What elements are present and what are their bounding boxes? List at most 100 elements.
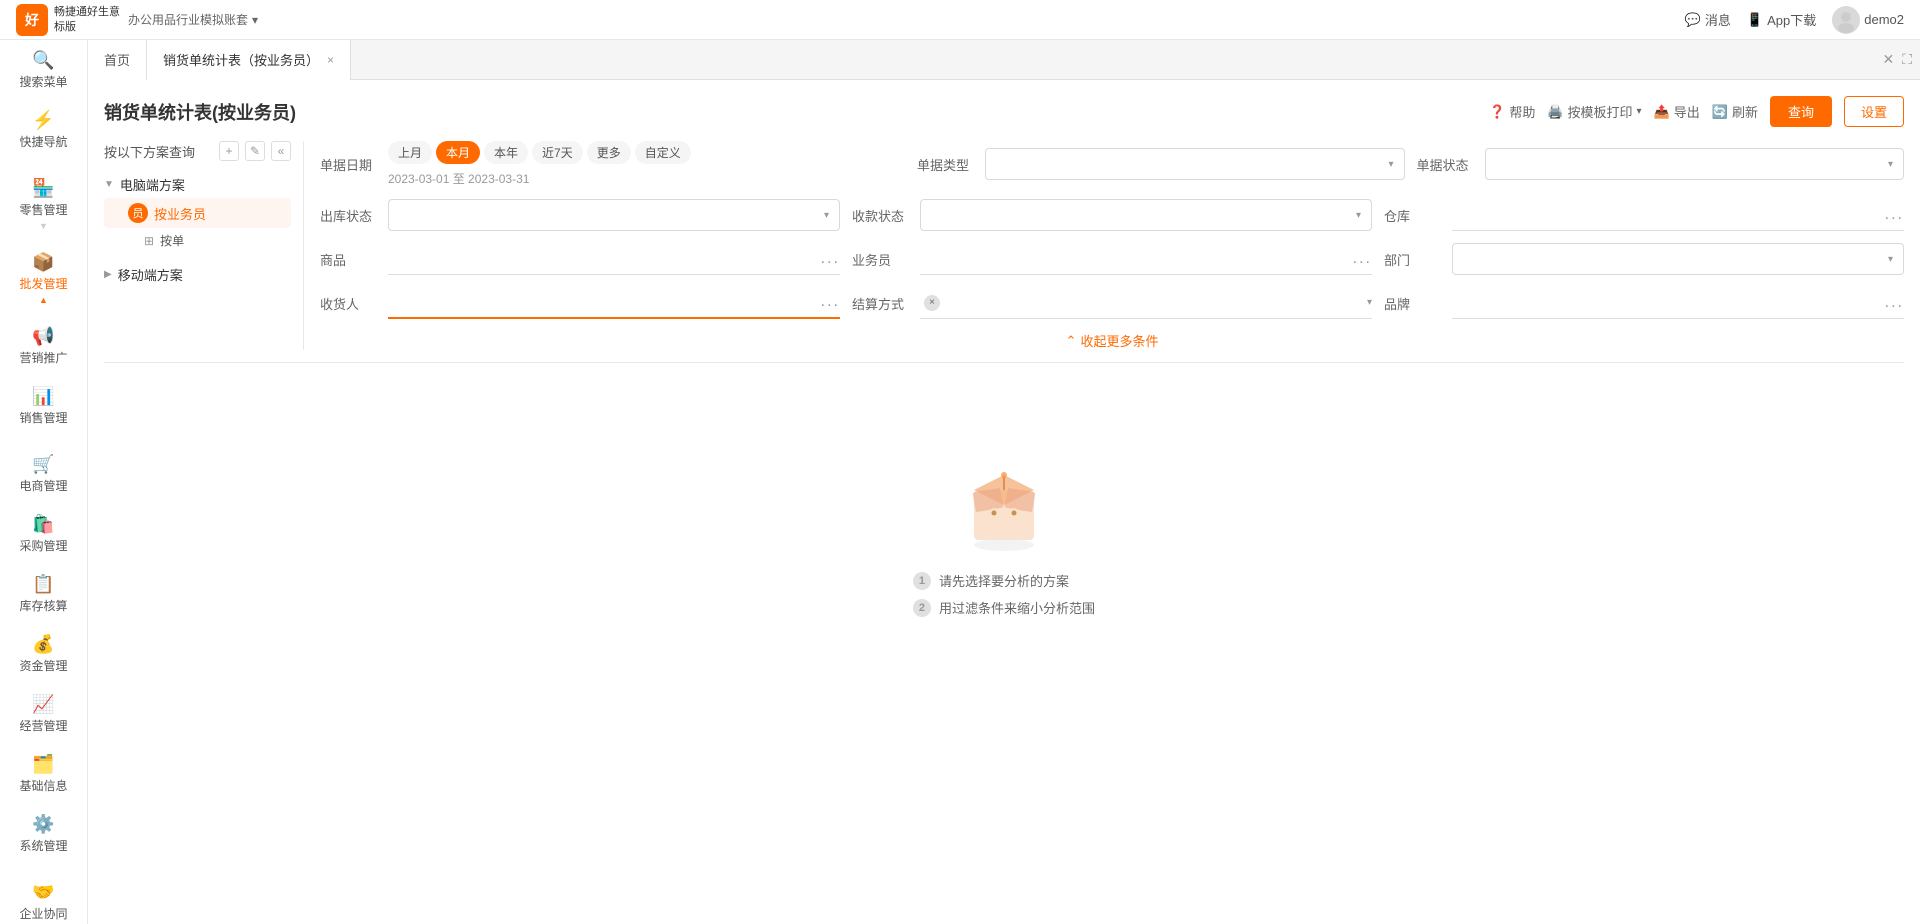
scheme-add-button[interactable]: + [219, 141, 239, 161]
page-title: 销货单统计表(按业务员) [104, 99, 296, 125]
scheme-edit-button[interactable]: ✎ [245, 141, 265, 161]
tab-home[interactable]: 首页 [88, 40, 147, 80]
app-download-button[interactable]: 📱 App下载 [1747, 10, 1816, 29]
date-pill-more[interactable]: 更多 [587, 141, 631, 164]
sidebar-item-ecommerce[interactable]: 🛒 电商管理 [0, 444, 87, 504]
purchase-icon: 🛍️ [4, 514, 83, 535]
doc-status-select[interactable]: ▾ [1485, 148, 1905, 180]
query-button[interactable]: 查询 [1770, 96, 1832, 127]
chevron-down-icon: ▼ [104, 179, 114, 190]
filter-panel: 按以下方案查询 + ✎ « ▼ 电脑端方案 [104, 141, 1904, 350]
sidebar-item-retail[interactable]: 🏪 零售管理 ▼ [0, 168, 87, 242]
settings-button[interactable]: 设置 [1844, 96, 1904, 127]
sidebar: 🔍 搜索菜单 ⚡ 快捷导航 🏪 零售管理 ▼ 📦 批发管理 ▲ 📢 营销推广 [0, 40, 88, 924]
doc-type-select[interactable]: ▾ [985, 148, 1405, 180]
tab-close-button[interactable]: × [327, 53, 334, 67]
sidebar-item-search[interactable]: 🔍 搜索菜单 [0, 40, 87, 100]
dept-select[interactable]: ▾ [1452, 243, 1904, 275]
avatar [1832, 6, 1860, 34]
maximize-icon[interactable]: ⛶ [1902, 51, 1912, 68]
sidebar-item-wholesale[interactable]: 📦 批发管理 ▲ [0, 242, 87, 316]
brand-more-icon[interactable]: ... [1885, 294, 1904, 312]
date-pill-last-month[interactable]: 上月 [388, 141, 432, 164]
settlement-label: 结算方式 [852, 294, 912, 313]
sidebar-item-system[interactable]: ⚙️ 系统管理 [0, 804, 87, 864]
scheme-group-mobile-label: 移动端方案 [118, 265, 183, 284]
scheme-actions: + ✎ « [219, 141, 291, 161]
filter-field-date: 单据日期 上月 本月 本年 近7天 更多 自定义 [320, 141, 905, 187]
date-pill-this-month[interactable]: 本月 [436, 141, 480, 164]
date-pill-last-7-days[interactable]: 近7天 [532, 141, 583, 164]
consignee-label: 收货人 [320, 294, 380, 313]
top-bar: 好 畅捷通好生意 标版 办公用品行业模拟账套 ▾ 💬 消息 📱 App下载 [0, 0, 1920, 40]
out-status-select[interactable]: ▾ [388, 199, 840, 231]
date-pill-this-year[interactable]: 本年 [484, 141, 528, 164]
tab-bar: 首页 销货单统计表（按业务员） × ✕ ⛶ [88, 40, 1920, 80]
scheme-group-mobile: ▶ 移动端方案 [104, 261, 291, 288]
export-button[interactable]: 📤 导出 [1654, 102, 1700, 121]
collapse-button[interactable]: ⌃ 收起更多条件 [320, 331, 1904, 350]
scheme-item-by-order[interactable]: ⊞ 按单 [104, 228, 291, 253]
sidebar-item-marketing[interactable]: 📢 营销推广 [0, 316, 87, 376]
sidebar-item-purchase[interactable]: 🛍️ 采购管理 [0, 504, 87, 564]
doc-type-control: ▾ [985, 148, 1405, 180]
step-2-text: 用过滤条件来缩小分析范围 [939, 598, 1095, 617]
date-label: 单据日期 [320, 155, 380, 174]
tab-active-sales-stats[interactable]: 销货单统计表（按业务员） × [147, 40, 351, 80]
settlement-tag-close[interactable]: × [924, 295, 940, 311]
receipt-status-select[interactable]: ▾ [920, 199, 1372, 231]
warehouse-control: ... [1452, 199, 1904, 231]
page-header: 销货单统计表(按业务员) ❓ 帮助 🖨️ 按模板打印 ▾ 📤 [104, 96, 1904, 127]
brand-control: ... [1452, 287, 1904, 319]
sidebar-item-inventory[interactable]: 📋 库存核算 [0, 564, 87, 624]
out-status-label: 出库状态 [320, 206, 380, 225]
product-more-icon[interactable]: ... [821, 250, 840, 268]
filter-field-out-status: 出库状态 ▾ [320, 199, 840, 231]
sidebar-item-sales[interactable]: 📊 销售管理 [0, 376, 87, 436]
sidebar-item-quick-nav[interactable]: ⚡ 快捷导航 [0, 100, 87, 160]
sales-icon: 📊 [4, 386, 83, 407]
scheme-item-order-label: 按单 [160, 232, 184, 249]
collaboration-icon: 🤝 [4, 882, 83, 903]
sidebar-item-operations[interactable]: 📈 经营管理 [0, 684, 87, 744]
date-control: 上月 本月 本年 近7天 更多 自定义 2023-03-01 至 2023-03… [388, 141, 905, 187]
page-content: 销货单统计表(按业务员) ❓ 帮助 🖨️ 按模板打印 ▾ 📤 [88, 80, 1920, 924]
out-status-control: ▾ [388, 199, 840, 231]
empty-illustration [944, 455, 1064, 555]
scheme-group-desktop: ▼ 电脑端方案 员 按业务员 ⊞ 按单 [104, 171, 291, 253]
app-icon: 📱 [1747, 12, 1763, 28]
date-pill-custom[interactable]: 自定义 [635, 141, 691, 164]
print-button[interactable]: 🖨️ 按模板打印 ▾ [1547, 102, 1641, 121]
settlement-dropdown-icon: ▾ [1367, 297, 1372, 308]
filter-field-warehouse: 仓库 ... [1384, 199, 1904, 231]
consignee-more-icon[interactable]: ... [821, 293, 840, 311]
warehouse-more-icon[interactable]: ... [1885, 206, 1904, 224]
consignee-input[interactable] [388, 287, 840, 319]
message-icon: 💬 [1685, 12, 1701, 28]
help-icon: ❓ [1489, 104, 1505, 120]
scheme-item-by-salesperson[interactable]: 员 按业务员 [104, 198, 291, 228]
close-window-icon[interactable]: ✕ [1882, 51, 1894, 68]
sidebar-item-collaboration[interactable]: 🤝 企业协同 [0, 872, 87, 924]
filter-row-2: 出库状态 ▾ 收款状态 [320, 199, 1904, 231]
salesperson-more-icon[interactable]: ... [1353, 250, 1372, 268]
filter-field-salesperson: 业务员 ... [852, 243, 1372, 275]
salesperson-label: 业务员 [852, 250, 912, 269]
doc-status-label: 单据状态 [1417, 155, 1477, 174]
sidebar-item-finance[interactable]: 💰 资金管理 [0, 624, 87, 684]
help-button[interactable]: ❓ 帮助 [1489, 102, 1535, 121]
search-icon: 🔍 [4, 50, 83, 71]
scheme-panel: 按以下方案查询 + ✎ « ▼ 电脑端方案 [104, 141, 304, 350]
user-profile-button[interactable]: demo2 [1832, 6, 1904, 34]
top-bar-right: 💬 消息 📱 App下载 demo2 [1685, 6, 1904, 34]
filter-row-1: 单据日期 上月 本月 本年 近7天 更多 自定义 [320, 141, 1904, 187]
refresh-button[interactable]: 🔄 刷新 [1712, 102, 1758, 121]
sidebar-item-basic-info[interactable]: 🗂️ 基础信息 [0, 744, 87, 804]
scheme-group-mobile-header[interactable]: ▶ 移动端方案 [104, 261, 291, 288]
scheme-collapse-button[interactable]: « [271, 141, 291, 161]
refresh-icon: 🔄 [1712, 104, 1728, 120]
scheme-group-desktop-header[interactable]: ▼ 电脑端方案 [104, 171, 291, 198]
message-button[interactable]: 💬 消息 [1685, 10, 1731, 29]
logo-area: 好 畅捷通好生意 标版 [16, 4, 120, 36]
scheme-panel-header: 按以下方案查询 + ✎ « [104, 141, 291, 161]
